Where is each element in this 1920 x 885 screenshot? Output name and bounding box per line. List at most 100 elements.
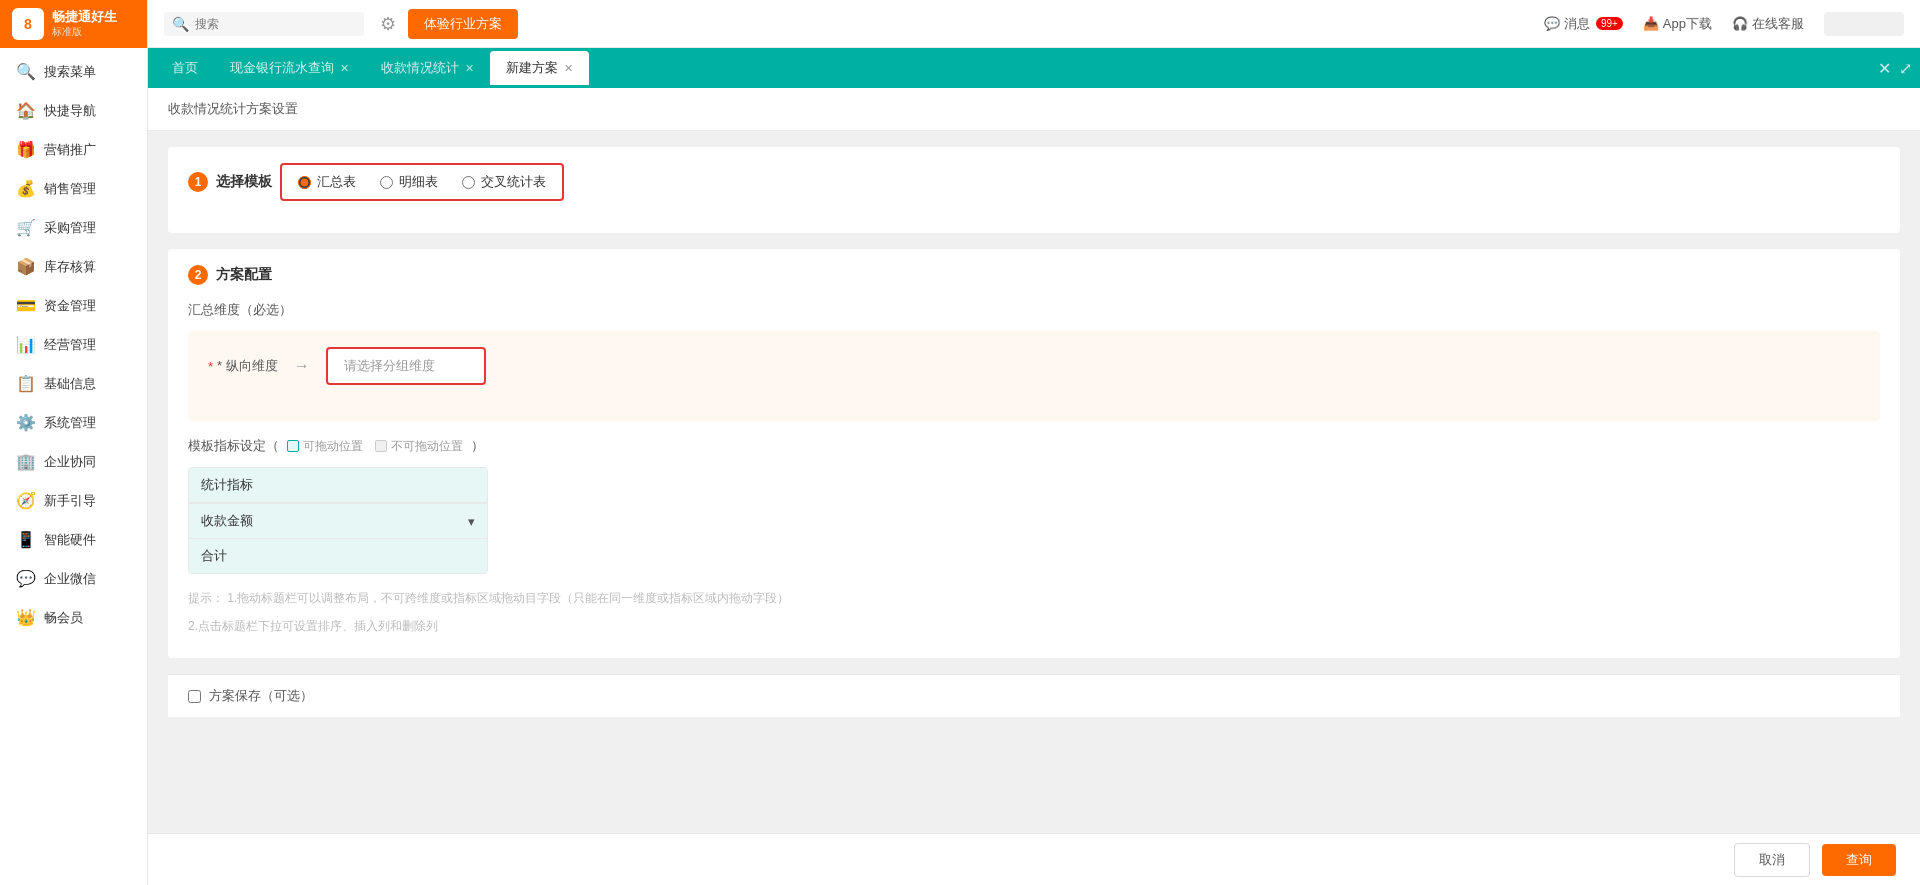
- sidebar-item-vip[interactable]: 👑 畅会员: [0, 598, 147, 637]
- page-header: 收款情况统计方案设置: [148, 88, 1920, 131]
- gift-icon: 🎁: [16, 140, 36, 159]
- sidebar-item-label: 企业协同: [44, 453, 96, 471]
- sidebar-item-label: 基础信息: [44, 375, 96, 393]
- save-label: 方案保存（可选）: [209, 687, 313, 705]
- sidebar-item-purchase[interactable]: 🛒 采购管理: [0, 208, 147, 247]
- sidebar-item-label: 资金管理: [44, 297, 96, 315]
- sidebar-item-operations[interactable]: 📊 经营管理: [0, 325, 147, 364]
- dimension-select[interactable]: 请选择分组维度: [326, 347, 486, 385]
- search-icon: 🔍: [16, 62, 36, 81]
- maximize-icon[interactable]: ⤢: [1899, 59, 1912, 78]
- sidebar-item-inventory[interactable]: 📦 库存核算: [0, 247, 147, 286]
- sidebar-item-label: 新手引导: [44, 492, 96, 510]
- sidebar-item-smart-hardware[interactable]: 📱 智能硬件: [0, 520, 147, 559]
- metrics-header-label: 统计指标: [201, 476, 253, 494]
- fixed-icon: [375, 440, 387, 452]
- dimension-area: * * 纵向维度 → 请选择分组维度: [188, 331, 1880, 421]
- radio-detail[interactable]: 明细表: [380, 173, 438, 191]
- query-button[interactable]: 查询: [1822, 844, 1896, 876]
- col1-dropdown-icon[interactable]: ▾: [468, 514, 475, 529]
- card-icon: 💳: [16, 296, 36, 315]
- dimension-row: * * 纵向维度 → 请选择分组维度: [208, 347, 1860, 385]
- clipboard-icon: 📋: [16, 374, 36, 393]
- app-download-item[interactable]: 📥 App下载: [1643, 15, 1712, 33]
- section1-title: 选择模板: [216, 173, 272, 191]
- radio-cross[interactable]: 交叉统计表: [462, 173, 546, 191]
- search-input[interactable]: [195, 17, 335, 31]
- sidebar-item-label: 搜索菜单: [44, 63, 96, 81]
- content-area: 收款情况统计方案设置 1 选择模板 汇总表 明细表: [148, 88, 1920, 885]
- sidebar-item-quick-nav[interactable]: 🏠 快捷导航: [0, 91, 147, 130]
- tabbar-actions: ✕ ⤢: [1878, 59, 1912, 78]
- breadcrumb: 收款情况统计方案设置: [168, 101, 298, 116]
- online-service-item[interactable]: 🎧 在线客服: [1732, 15, 1804, 33]
- metrics-col2-row: 合计: [189, 539, 487, 573]
- message-badge: 99+: [1596, 17, 1623, 30]
- headset-icon: 🎧: [1732, 16, 1748, 31]
- tab-home[interactable]: 首页: [156, 51, 214, 85]
- chart-icon: 📊: [16, 335, 36, 354]
- home-icon: 🏠: [16, 101, 36, 120]
- sidebar-item-label: 智能硬件: [44, 531, 96, 549]
- save-section: 方案保存（可选）: [168, 674, 1900, 717]
- section1-header: 1 选择模板 汇总表 明细表 交叉统计表: [188, 163, 1880, 201]
- sidebar-item-label: 系统管理: [44, 414, 96, 432]
- tab-close-icon[interactable]: ✕: [465, 62, 474, 75]
- building-icon: 🏢: [16, 452, 36, 471]
- metrics-col1-header[interactable]: 收款金额 ▾: [189, 503, 487, 539]
- tab-new-plan[interactable]: 新建方案 ✕: [490, 51, 589, 85]
- sidebar-item-label: 企业微信: [44, 570, 96, 588]
- sidebar-item-enterprise-wechat[interactable]: 💬 企业微信: [0, 559, 147, 598]
- legend-draggable: 可拖动位置: [287, 438, 363, 455]
- search-icon: 🔍: [172, 16, 189, 32]
- message-item[interactable]: 💬 消息 99+: [1544, 15, 1623, 33]
- trial-button[interactable]: 体验行业方案: [408, 9, 518, 39]
- sidebar-item-label: 采购管理: [44, 219, 96, 237]
- chat-icon: 💬: [16, 569, 36, 588]
- sidebar-menu: 🔍 搜索菜单 🏠 快捷导航 🎁 营销推广 💰 销售管理 🛒 采购管理 📦 库存核…: [0, 48, 147, 885]
- metrics-table-header: 统计指标: [189, 468, 487, 503]
- mobile-icon: 📱: [16, 530, 36, 549]
- message-icon: 💬: [1544, 16, 1560, 31]
- arrow-icon: →: [294, 357, 310, 375]
- sidebar-item-marketing[interactable]: 🎁 营销推广: [0, 130, 147, 169]
- download-icon: 📥: [1643, 16, 1659, 31]
- cancel-button[interactable]: 取消: [1734, 843, 1810, 877]
- tab-close-icon[interactable]: ✕: [564, 62, 573, 75]
- save-checkbox[interactable]: [188, 690, 201, 703]
- sidebar-item-label: 库存核算: [44, 258, 96, 276]
- tab-close-icon[interactable]: ✕: [340, 62, 349, 75]
- sidebar-item-basics[interactable]: 📋 基础信息: [0, 364, 147, 403]
- crown-icon: 👑: [16, 608, 36, 627]
- radio-summary[interactable]: 汇总表: [298, 173, 356, 191]
- logo-text: 畅捷通好生 标准版: [52, 9, 117, 39]
- topbar: 🔍 ⚙ 体验行业方案 💬 消息 99+ 📥 App下载 🎧 在线客服: [148, 0, 1920, 48]
- sidebar-item-finance[interactable]: 💳 资金管理: [0, 286, 147, 325]
- sidebar-item-label: 快捷导航: [44, 102, 96, 120]
- metrics-label-row: 模板指标设定（ 可拖动位置 不可拖动位置 ）: [188, 437, 1880, 455]
- sidebar-item-system[interactable]: ⚙️ 系统管理: [0, 403, 147, 442]
- logo-icon: 8: [12, 8, 44, 40]
- sidebar-item-enterprise-collab[interactable]: 🏢 企业协同: [0, 442, 147, 481]
- page-body: 1 选择模板 汇总表 明细表 交叉统计表: [148, 131, 1920, 833]
- sidebar-item-label: 畅会员: [44, 609, 83, 627]
- metrics-legend: 可拖动位置 不可拖动位置: [287, 438, 463, 455]
- tab-bank-flow[interactable]: 现金银行流水查询 ✕: [214, 51, 365, 85]
- sidebar-logo: 8 畅捷通好生 标准版: [0, 0, 147, 48]
- box-icon: 📦: [16, 257, 36, 276]
- section-config: 2 方案配置 汇总维度（必选） * * 纵向维度 → 请选择分组维度: [168, 249, 1900, 658]
- sidebar-item-search-menu[interactable]: 🔍 搜索菜单: [0, 52, 147, 91]
- legend-fixed: 不可拖动位置: [375, 438, 463, 455]
- section2-num: 2: [188, 265, 208, 285]
- vertical-axis-label: * * 纵向维度: [208, 357, 278, 375]
- tab-collection-stats[interactable]: 收款情况统计 ✕: [365, 51, 490, 85]
- minimize-icon[interactable]: ✕: [1878, 59, 1891, 78]
- topbar-right: 💬 消息 99+ 📥 App下载 🎧 在线客服: [1544, 12, 1904, 36]
- sidebar-item-label: 营销推广: [44, 141, 96, 159]
- sidebar-item-sales[interactable]: 💰 销售管理: [0, 169, 147, 208]
- settings-icon[interactable]: ⚙: [380, 13, 396, 35]
- user-avatar[interactable]: [1824, 12, 1904, 36]
- footer-bar: 取消 查询: [148, 833, 1920, 885]
- hints: 提示： 1.拖动标题栏可以调整布局，不可跨维度或指标区域拖动目字段（只能在同一维…: [188, 586, 1880, 638]
- sidebar-item-newbie[interactable]: 🧭 新手引导: [0, 481, 147, 520]
